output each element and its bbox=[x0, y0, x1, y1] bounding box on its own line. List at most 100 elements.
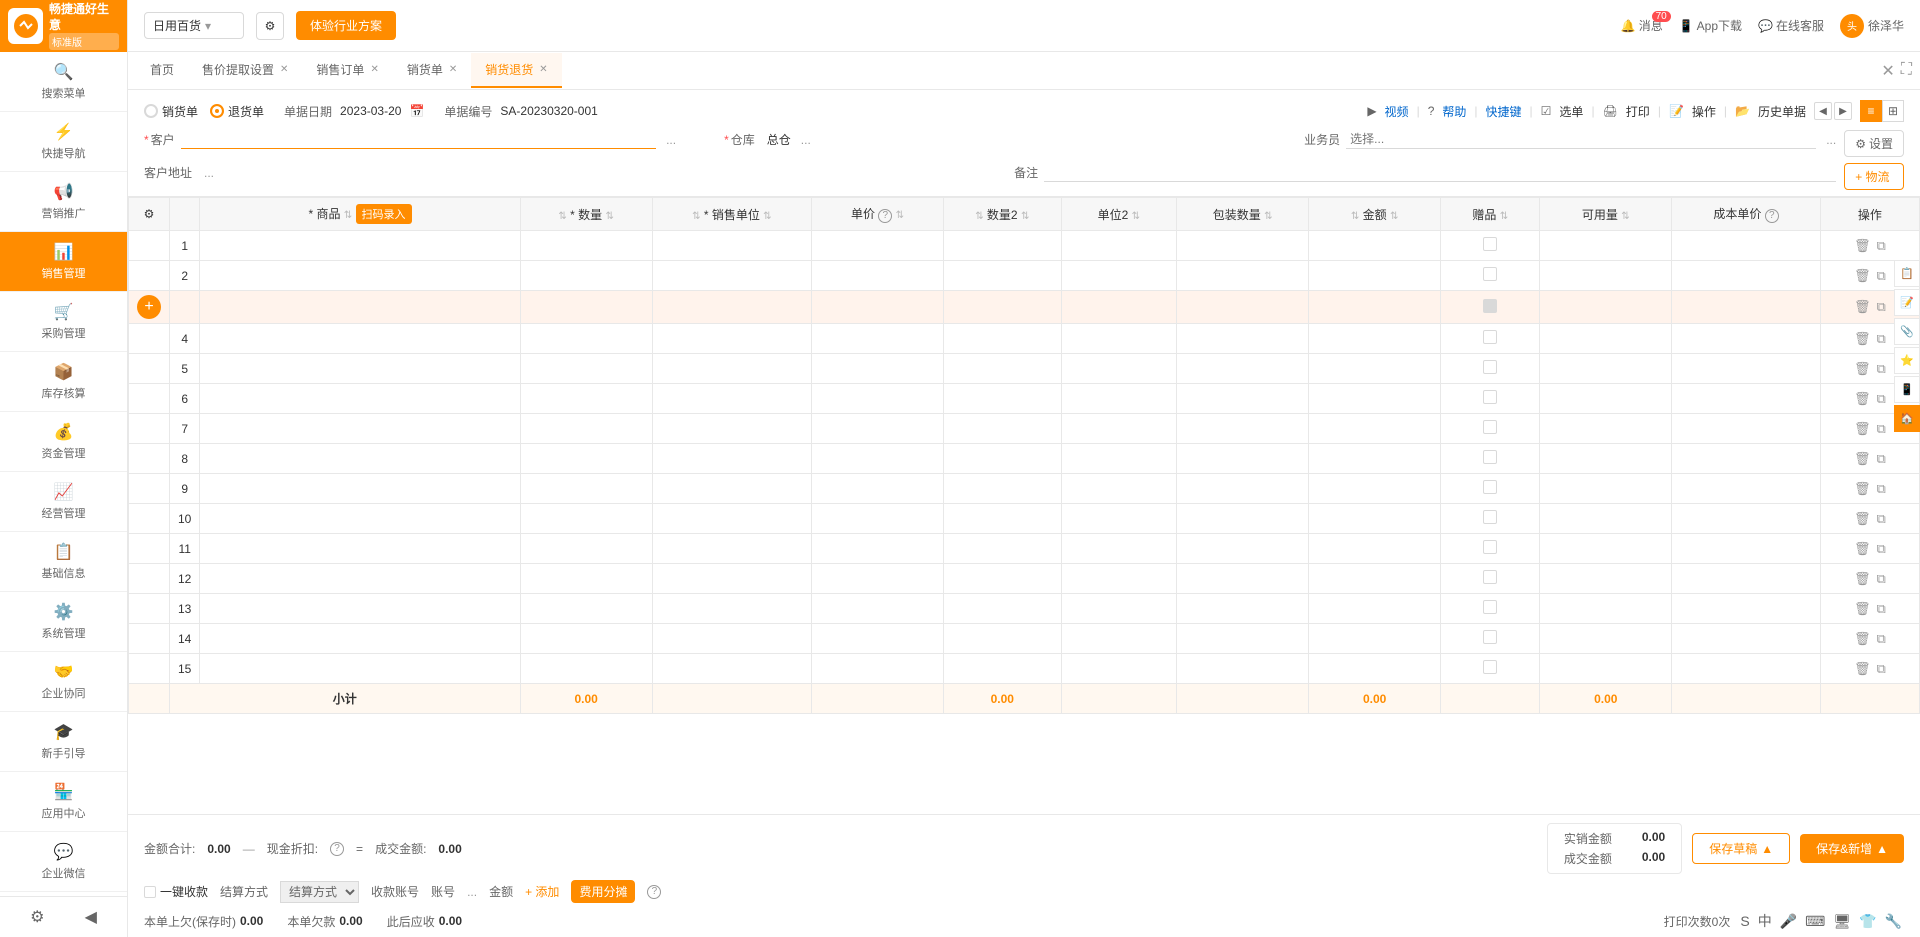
quantity-cell-2[interactable] bbox=[520, 261, 652, 291]
copy11[interactable]: ⧉ bbox=[1877, 541, 1886, 557]
customer-input[interactable] bbox=[181, 130, 656, 149]
close-tab-sales-icon[interactable]: ✕ bbox=[449, 64, 457, 75]
del9[interactable]: 🗑 bbox=[1854, 481, 1871, 497]
cp5[interactable] bbox=[1672, 354, 1821, 384]
logistics-side-button[interactable]: + 物流 bbox=[1844, 163, 1904, 190]
copy8[interactable]: ⧉ bbox=[1877, 451, 1886, 467]
q7[interactable] bbox=[520, 414, 652, 444]
up9[interactable] bbox=[811, 474, 943, 504]
up13[interactable] bbox=[811, 594, 943, 624]
cp8[interactable] bbox=[1672, 444, 1821, 474]
pq7[interactable] bbox=[1177, 414, 1309, 444]
a4[interactable] bbox=[1309, 324, 1441, 354]
qty2-sort-icon2[interactable]: ⇅ bbox=[1021, 211, 1029, 222]
pq12[interactable] bbox=[1177, 564, 1309, 594]
p6[interactable] bbox=[200, 384, 520, 414]
qty2-cell-3[interactable] bbox=[944, 291, 1061, 324]
fee-split-help-icon[interactable]: ? bbox=[647, 885, 661, 899]
expand-icon[interactable]: ⛶ bbox=[1901, 61, 1912, 81]
su11[interactable] bbox=[652, 534, 811, 564]
del4[interactable]: 🗑 bbox=[1854, 331, 1871, 347]
su10[interactable] bbox=[652, 504, 811, 534]
quantity-sort-icon-left[interactable]: ⇅ bbox=[558, 211, 566, 222]
q26[interactable] bbox=[944, 384, 1061, 414]
a5[interactable] bbox=[1309, 354, 1441, 384]
amount-cell-3[interactable] bbox=[1309, 291, 1441, 324]
a11[interactable] bbox=[1309, 534, 1441, 564]
close-tab-price-extract-icon[interactable]: ✕ bbox=[280, 64, 288, 75]
industry-dropdown[interactable]: 日用百货 ▾ bbox=[144, 12, 244, 39]
copy9[interactable]: ⧉ bbox=[1877, 481, 1886, 497]
q11[interactable] bbox=[520, 534, 652, 564]
cp11[interactable] bbox=[1672, 534, 1821, 564]
cp10[interactable] bbox=[1672, 504, 1821, 534]
unit-price-cell-1[interactable] bbox=[811, 231, 943, 261]
su7[interactable] bbox=[652, 414, 811, 444]
fee-split-button[interactable]: 费用分摊 bbox=[571, 880, 635, 903]
u213[interactable] bbox=[1061, 594, 1177, 624]
unit2-cell-2[interactable] bbox=[1061, 261, 1177, 291]
av6[interactable] bbox=[1540, 384, 1672, 414]
amount-sort-icon[interactable]: ⇅ bbox=[1351, 211, 1359, 222]
gift-checkbox-9[interactable] bbox=[1483, 480, 1497, 494]
p4[interactable] bbox=[200, 324, 520, 354]
pq14[interactable] bbox=[1177, 624, 1309, 654]
quantity-sort-icon-right[interactable]: ⇅ bbox=[606, 211, 614, 222]
unit2-sort-icon[interactable]: ⇅ bbox=[1132, 211, 1140, 222]
pq13[interactable] bbox=[1177, 594, 1309, 624]
q13[interactable] bbox=[520, 594, 652, 624]
account-dots[interactable]: ... bbox=[467, 885, 477, 899]
copy15[interactable]: ⧉ bbox=[1877, 661, 1886, 677]
product-cell-2[interactable] bbox=[200, 261, 520, 291]
gift-checkbox-11[interactable] bbox=[1483, 540, 1497, 554]
gift-checkbox-12[interactable] bbox=[1483, 570, 1497, 584]
cp9[interactable] bbox=[1672, 474, 1821, 504]
tab-sales-order[interactable]: 销售订单 ✕ bbox=[302, 53, 392, 88]
del13[interactable]: 🗑 bbox=[1854, 601, 1871, 617]
pq4[interactable] bbox=[1177, 324, 1309, 354]
sales-unit-sort-icon2[interactable]: ⇅ bbox=[763, 211, 771, 222]
up4[interactable] bbox=[811, 324, 943, 354]
av10[interactable] bbox=[1540, 504, 1672, 534]
qty2-cell-1[interactable] bbox=[944, 231, 1061, 261]
q215[interactable] bbox=[944, 654, 1061, 684]
su4[interactable] bbox=[652, 324, 811, 354]
gift-checkbox-14[interactable] bbox=[1483, 630, 1497, 644]
tab-sales-return[interactable]: 销货退货 ✕ bbox=[471, 53, 561, 88]
sidebar-item-operation[interactable]: 📈 经营管理 bbox=[0, 472, 127, 532]
q211[interactable] bbox=[944, 534, 1061, 564]
sidebar-item-search[interactable]: 🔍 搜索菜单 bbox=[0, 52, 127, 112]
u210[interactable] bbox=[1061, 504, 1177, 534]
p13[interactable] bbox=[200, 594, 520, 624]
unit2-cell-1[interactable] bbox=[1061, 231, 1177, 261]
topbar-settings-button[interactable]: ⚙ bbox=[256, 12, 284, 40]
p11[interactable] bbox=[200, 534, 520, 564]
settings-side-button[interactable]: ⚙ 设置 bbox=[1844, 130, 1904, 157]
grid-view-button[interactable]: ⊞ bbox=[1882, 100, 1904, 122]
unit-price-info-icon[interactable]: ? bbox=[878, 209, 892, 223]
remark-input[interactable] bbox=[1044, 163, 1836, 182]
cp7[interactable] bbox=[1672, 414, 1821, 444]
q29[interactable] bbox=[944, 474, 1061, 504]
qty2-cell-2[interactable] bbox=[944, 261, 1061, 291]
pq8[interactable] bbox=[1177, 444, 1309, 474]
up12[interactable] bbox=[811, 564, 943, 594]
gift-checkbox-4[interactable] bbox=[1483, 330, 1497, 344]
p7[interactable] bbox=[200, 414, 520, 444]
online-service-link[interactable]: 💬 在线客服 bbox=[1758, 17, 1824, 34]
a10[interactable] bbox=[1309, 504, 1441, 534]
q12[interactable] bbox=[520, 564, 652, 594]
list-view-button[interactable]: ≡ bbox=[1860, 100, 1882, 122]
q25[interactable] bbox=[944, 354, 1061, 384]
video-label[interactable]: 视频 bbox=[1385, 103, 1409, 120]
av15[interactable] bbox=[1540, 654, 1672, 684]
notification-bell[interactable]: 🔔 70 消息 bbox=[1621, 17, 1663, 34]
settings-bottom-icon[interactable]: ⚙ bbox=[30, 907, 44, 927]
scan-button[interactable]: 扫码录入 bbox=[356, 204, 412, 224]
up11[interactable] bbox=[811, 534, 943, 564]
delete-row-1-icon[interactable]: 🗑 bbox=[1854, 238, 1871, 254]
u29[interactable] bbox=[1061, 474, 1177, 504]
sidebar-item-marketing[interactable]: 📢 营销推广 bbox=[0, 172, 127, 232]
av4[interactable] bbox=[1540, 324, 1672, 354]
copy-row-2-icon[interactable]: ⧉ bbox=[1877, 268, 1886, 284]
